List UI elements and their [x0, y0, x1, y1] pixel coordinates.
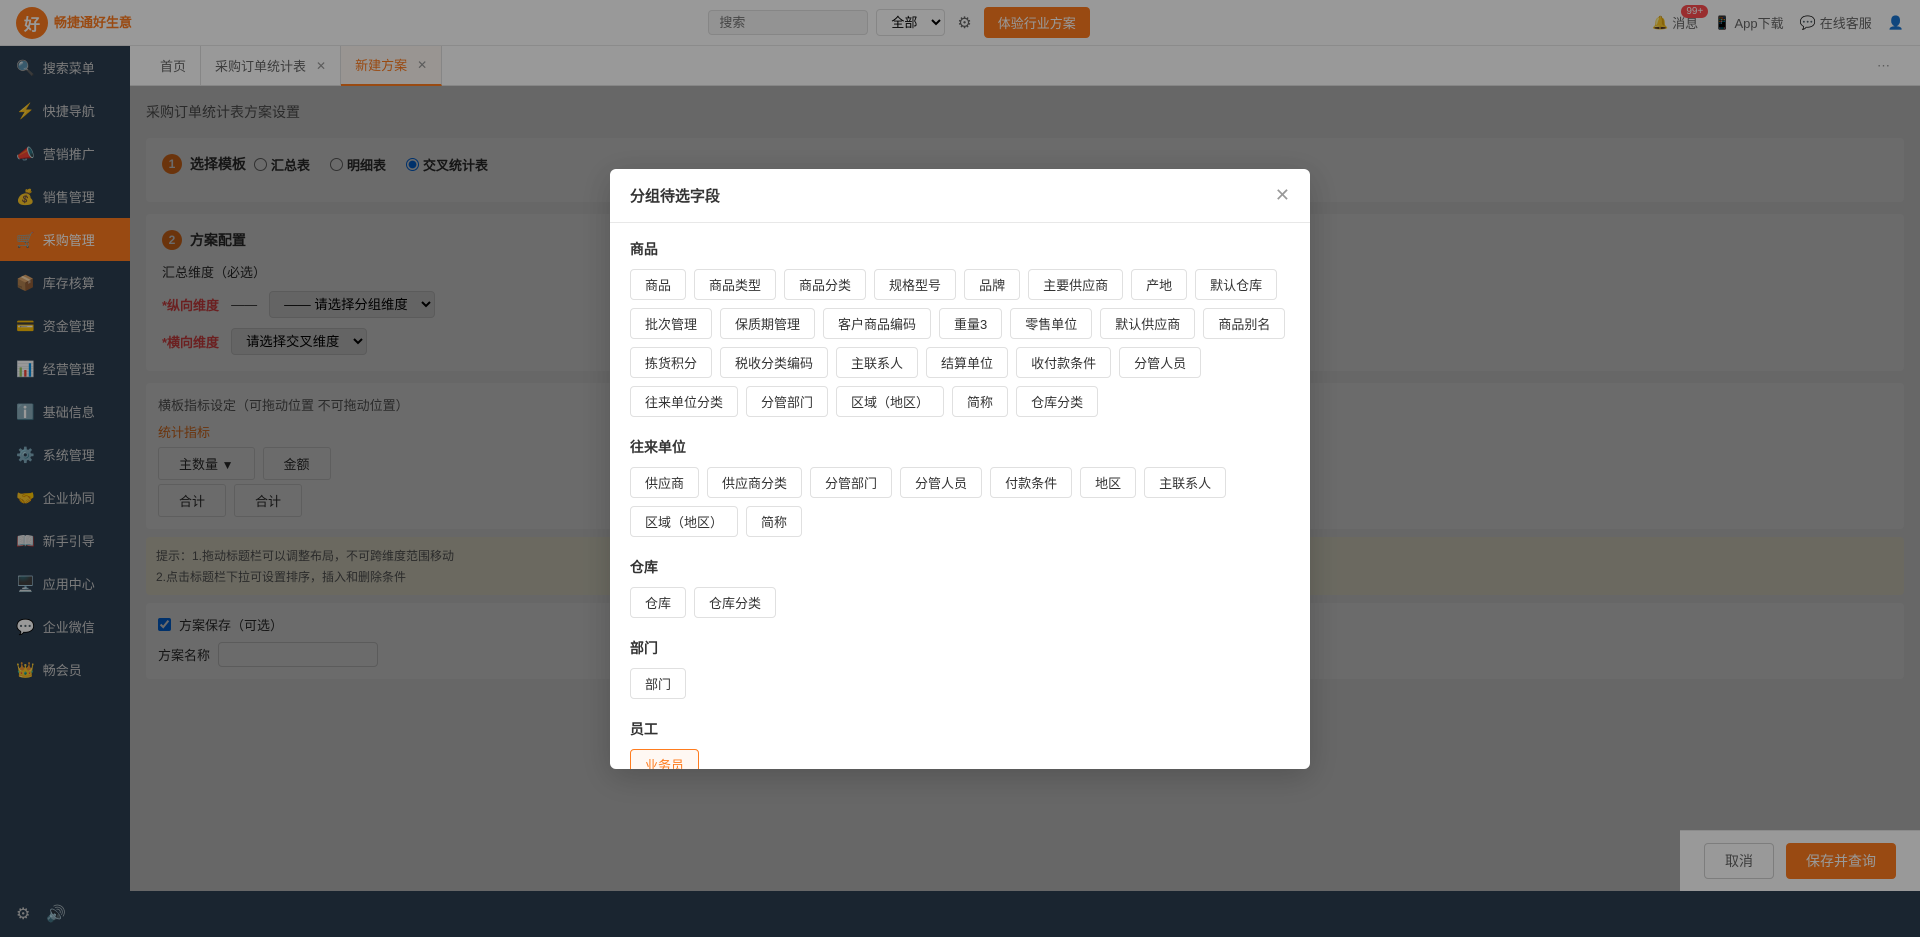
field-tag-0-4[interactable]: 品牌 [964, 269, 1020, 300]
field-tag-0-13[interactable]: 默认供应商 [1100, 308, 1195, 339]
field-section-2: 仓库仓库仓库分类 [630, 557, 1290, 618]
field-tag-0-0[interactable]: 商品 [630, 269, 686, 300]
modal-header: 分组待选字段 ✕ [610, 169, 1310, 223]
field-section-1: 往来单位供应商供应商分类分管部门分管人员付款条件地区主联系人区域（地区） 简称 [630, 437, 1290, 537]
field-tag-0-2[interactable]: 商品分类 [784, 269, 866, 300]
modal-overlay: 分组待选字段 ✕ 商品商品商品类型商品分类规格型号品牌主要供应商产地默认仓库批次… [0, 0, 1920, 937]
field-grid-1: 供应商供应商分类分管部门分管人员付款条件地区主联系人区域（地区） 简称 [630, 467, 1290, 537]
field-tag-1-1[interactable]: 供应商分类 [707, 467, 802, 498]
field-tag-1-4[interactable]: 付款条件 [990, 467, 1072, 498]
field-tag-1-2[interactable]: 分管部门 [810, 467, 892, 498]
field-tag-0-16[interactable]: 税收分类编码 [720, 347, 828, 378]
field-tag-3-0[interactable]: 部门 [630, 668, 686, 699]
field-tag-1-5[interactable]: 地区 [1080, 467, 1136, 498]
field-tag-1-6[interactable]: 主联系人 [1144, 467, 1226, 498]
field-tag-0-8[interactable]: 批次管理 [630, 308, 712, 339]
field-tag-0-7[interactable]: 默认仓库 [1195, 269, 1277, 300]
field-section-4: 员工业务员 [630, 719, 1290, 769]
field-tag-0-6[interactable]: 产地 [1131, 269, 1187, 300]
field-section-title-1: 往来单位 [630, 437, 1290, 457]
field-tag-0-11[interactable]: 重量3 [939, 308, 1002, 339]
field-section-0: 商品商品商品类型商品分类规格型号品牌主要供应商产地默认仓库批次管理保质期管理客户… [630, 239, 1290, 417]
field-grid-2: 仓库仓库分类 [630, 587, 1290, 618]
field-tag-0-20[interactable]: 分管人员 [1119, 347, 1201, 378]
field-section-title-4: 员工 [630, 719, 1290, 739]
field-tag-0-12[interactable]: 零售单位 [1010, 308, 1092, 339]
field-section-3: 部门部门 [630, 638, 1290, 699]
field-tag-2-0[interactable]: 仓库 [630, 587, 686, 618]
field-tag-0-9[interactable]: 保质期管理 [720, 308, 815, 339]
field-tag-0-18[interactable]: 结算单位 [926, 347, 1008, 378]
field-tag-0-19[interactable]: 收付款条件 [1016, 347, 1111, 378]
field-section-title-3: 部门 [630, 638, 1290, 658]
field-tag-0-24[interactable]: 简称 [952, 386, 1008, 417]
field-tag-2-1[interactable]: 仓库分类 [694, 587, 776, 618]
field-tag-0-10[interactable]: 客户商品编码 [823, 308, 931, 339]
field-grid-4: 业务员 [630, 749, 1290, 769]
field-tag-0-22[interactable]: 分管部门 [746, 386, 828, 417]
field-select-modal: 分组待选字段 ✕ 商品商品商品类型商品分类规格型号品牌主要供应商产地默认仓库批次… [610, 169, 1310, 769]
field-tag-0-14[interactable]: 商品别名 [1203, 308, 1285, 339]
field-tag-1-8[interactable]: 简称 [746, 506, 802, 537]
field-tag-0-1[interactable]: 商品类型 [694, 269, 776, 300]
field-tag-1-3[interactable]: 分管人员 [900, 467, 982, 498]
field-section-title-2: 仓库 [630, 557, 1290, 577]
field-tag-0-21[interactable]: 往来单位分类 [630, 386, 738, 417]
modal-body[interactable]: 商品商品商品类型商品分类规格型号品牌主要供应商产地默认仓库批次管理保质期管理客户… [610, 223, 1310, 769]
field-tag-4-0[interactable]: 业务员 [630, 749, 699, 769]
field-grid-3: 部门 [630, 668, 1290, 699]
modal-title: 分组待选字段 [630, 185, 720, 206]
field-tag-0-5[interactable]: 主要供应商 [1028, 269, 1123, 300]
field-tag-1-0[interactable]: 供应商 [630, 467, 699, 498]
modal-close-button[interactable]: ✕ [1275, 185, 1290, 206]
field-tag-0-17[interactable]: 主联系人 [836, 347, 918, 378]
field-grid-0: 商品商品类型商品分类规格型号品牌主要供应商产地默认仓库批次管理保质期管理客户商品… [630, 269, 1290, 417]
field-tag-0-23[interactable]: 区域（地区） [836, 386, 944, 417]
field-tag-0-15[interactable]: 拣货积分 [630, 347, 712, 378]
field-tag-1-7[interactable]: 区域（地区） [630, 506, 738, 537]
field-tag-0-3[interactable]: 规格型号 [874, 269, 956, 300]
field-section-title-0: 商品 [630, 239, 1290, 259]
field-tag-0-25[interactable]: 仓库分类 [1016, 386, 1098, 417]
